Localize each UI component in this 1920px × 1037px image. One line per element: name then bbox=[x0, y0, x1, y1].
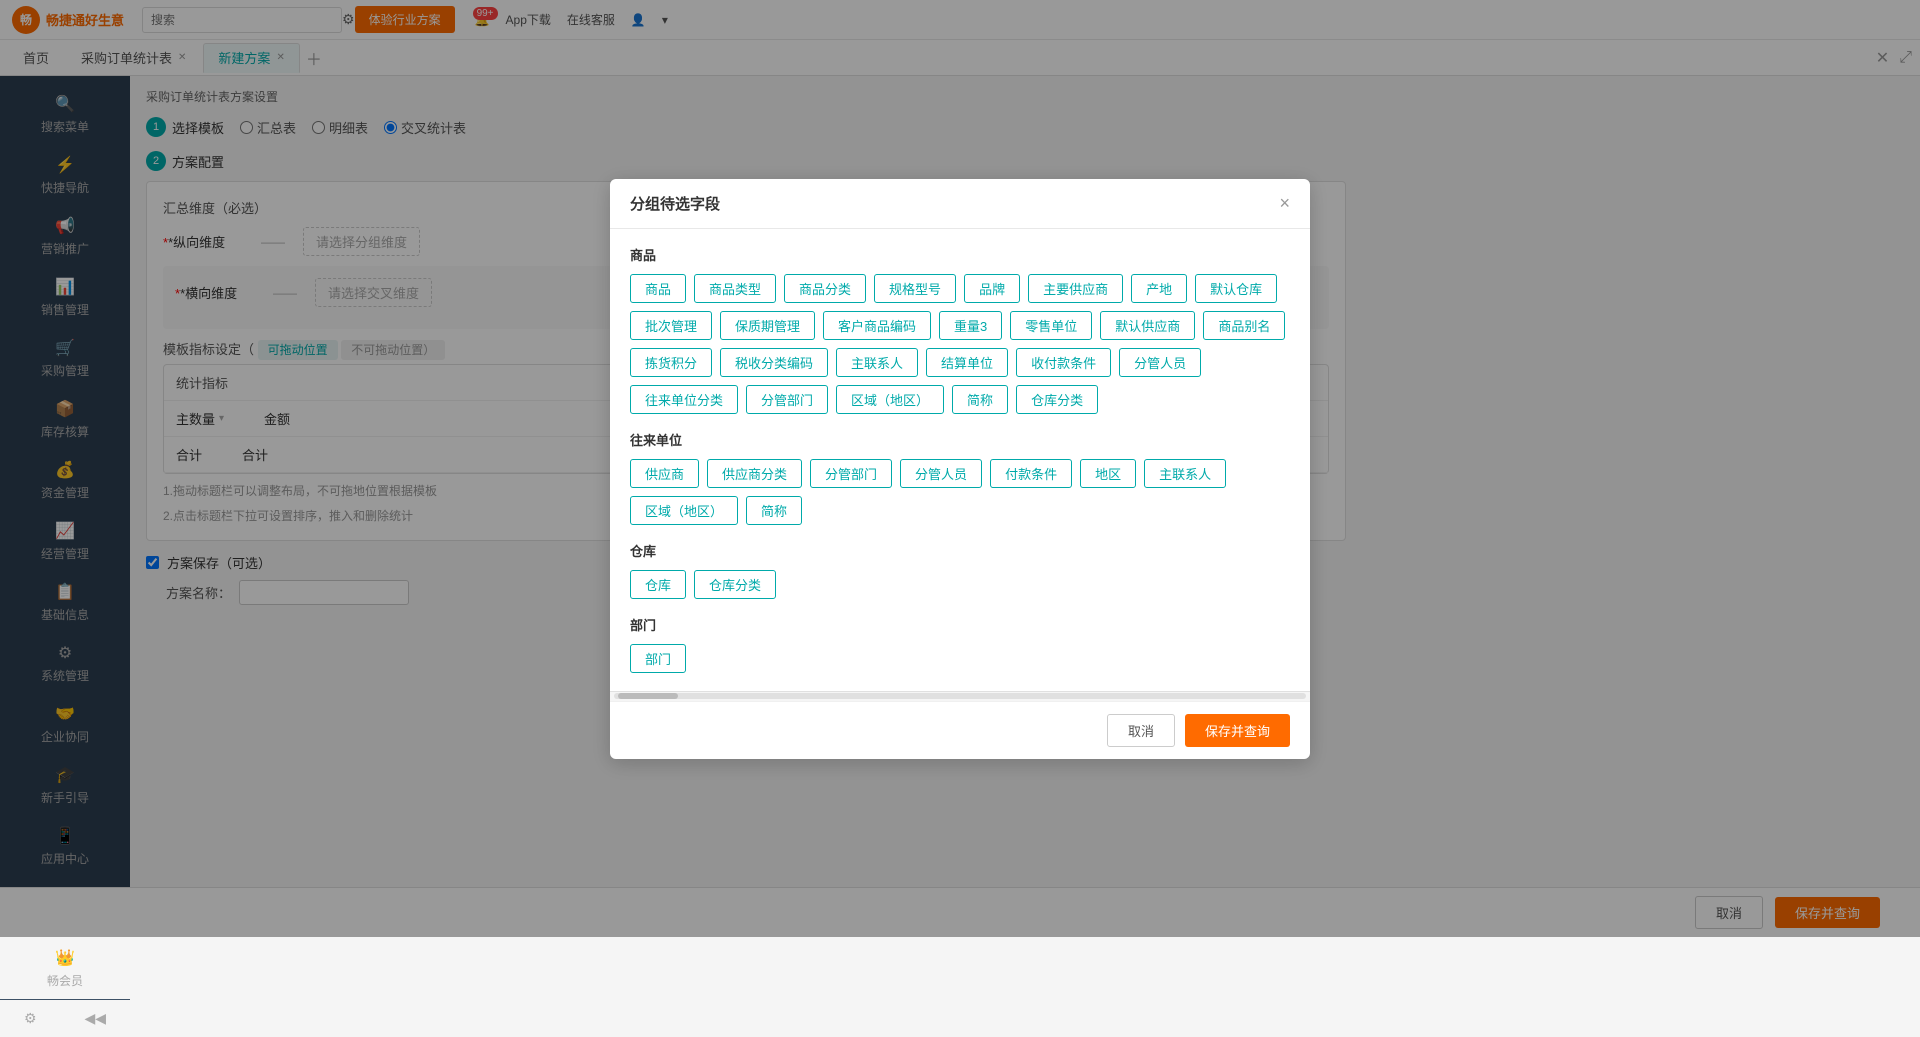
field-tag-tax-code[interactable]: 税收分类编码 bbox=[720, 348, 828, 377]
sidebar-audio-button[interactable]: ◀◀ bbox=[84, 1010, 106, 1027]
dialog-hscroll[interactable] bbox=[610, 691, 1310, 700]
section-counterpart-title: 往来单位 bbox=[630, 430, 1290, 449]
field-tag-batch-mgmt[interactable]: 批次管理 bbox=[630, 311, 712, 340]
field-tag-supervise-dept2[interactable]: 分管部门 bbox=[810, 459, 892, 488]
field-tag-settle-unit[interactable]: 结算单位 bbox=[926, 348, 1008, 377]
field-tag-supervise-person2[interactable]: 分管人员 bbox=[900, 459, 982, 488]
field-tag-supplier[interactable]: 供应商 bbox=[630, 459, 699, 488]
section-department: 部门 部门 bbox=[630, 615, 1290, 673]
field-tag-region2[interactable]: 区域（地区） bbox=[630, 496, 738, 525]
field-tag-retail-unit[interactable]: 零售单位 bbox=[1010, 311, 1092, 340]
hscroll-track bbox=[614, 693, 1306, 699]
hscroll-thumb[interactable] bbox=[618, 693, 678, 699]
field-tag-weight[interactable]: 重量3 bbox=[939, 311, 1002, 340]
section-department-tags: 部门 bbox=[630, 644, 1290, 673]
dialog-cancel-button[interactable]: 取消 bbox=[1107, 714, 1175, 747]
field-tag-brand[interactable]: 品牌 bbox=[964, 274, 1020, 303]
sidebar-item-member[interactable]: 👑 畅会员 bbox=[0, 938, 130, 999]
section-counterpart-tags: 供应商 供应商分类 分管部门 分管人员 付款条件 地区 主联系人 区域（地区） … bbox=[630, 459, 1290, 525]
dialog-overlay: 分组待选字段 × 商品 商品 商品类型 商品分类 规格型号 品牌 主要供应商 产… bbox=[0, 0, 1920, 937]
field-tag-shelf-life[interactable]: 保质期管理 bbox=[720, 311, 815, 340]
dialog-header: 分组待选字段 × bbox=[610, 179, 1310, 229]
sidebar-item-member-label: 畅会员 bbox=[47, 972, 83, 989]
field-tag-area[interactable]: 地区 bbox=[1080, 459, 1136, 488]
section-counterpart: 往来单位 供应商 供应商分类 分管部门 分管人员 付款条件 地区 主联系人 区域… bbox=[630, 430, 1290, 525]
field-tag-alias[interactable]: 商品别名 bbox=[1203, 311, 1285, 340]
section-product: 商品 商品 商品类型 商品分类 规格型号 品牌 主要供应商 产地 默认仓库 批次… bbox=[630, 245, 1290, 414]
field-tag-department[interactable]: 部门 bbox=[630, 644, 686, 673]
field-tag-warehouse-cat[interactable]: 仓库分类 bbox=[694, 570, 776, 599]
field-tag-product-type[interactable]: 商品类型 bbox=[694, 274, 776, 303]
field-tag-main-contact2[interactable]: 主联系人 bbox=[1144, 459, 1226, 488]
field-tag-counterpart-category[interactable]: 往来单位分类 bbox=[630, 385, 738, 414]
field-tag-supervise-dept[interactable]: 分管部门 bbox=[746, 385, 828, 414]
field-tag-supplier-category[interactable]: 供应商分类 bbox=[707, 459, 802, 488]
field-tag-warehouse[interactable]: 仓库 bbox=[630, 570, 686, 599]
member-icon: 👑 bbox=[55, 948, 75, 968]
section-department-title: 部门 bbox=[630, 615, 1290, 634]
field-tag-product[interactable]: 商品 bbox=[630, 274, 686, 303]
field-select-dialog: 分组待选字段 × 商品 商品 商品类型 商品分类 规格型号 品牌 主要供应商 产… bbox=[610, 179, 1310, 759]
field-tag-product-category[interactable]: 商品分类 bbox=[784, 274, 866, 303]
dialog-close-button[interactable]: × bbox=[1279, 193, 1290, 214]
field-tag-short-name2[interactable]: 简称 bbox=[746, 496, 802, 525]
field-tag-spec-model[interactable]: 规格型号 bbox=[874, 274, 956, 303]
field-tag-main-supplier[interactable]: 主要供应商 bbox=[1028, 274, 1123, 303]
dialog-save-button[interactable]: 保存并查询 bbox=[1185, 714, 1290, 747]
field-tag-payment-cond[interactable]: 收付款条件 bbox=[1016, 348, 1111, 377]
field-tag-warehouse-category[interactable]: 仓库分类 bbox=[1016, 385, 1098, 414]
section-warehouse-title: 仓库 bbox=[630, 541, 1290, 560]
field-tag-pick-score[interactable]: 拣货积分 bbox=[630, 348, 712, 377]
field-tag-default-supplier[interactable]: 默认供应商 bbox=[1100, 311, 1195, 340]
section-product-tags: 商品 商品类型 商品分类 规格型号 品牌 主要供应商 产地 默认仓库 批次管理 … bbox=[630, 274, 1290, 414]
field-tag-supervise-person[interactable]: 分管人员 bbox=[1119, 348, 1201, 377]
dialog-footer: 取消 保存并查询 bbox=[610, 701, 1310, 759]
dialog-body[interactable]: 商品 商品 商品类型 商品分类 规格型号 品牌 主要供应商 产地 默认仓库 批次… bbox=[610, 229, 1310, 692]
field-tag-payment-cond2[interactable]: 付款条件 bbox=[990, 459, 1072, 488]
field-tag-default-warehouse[interactable]: 默认仓库 bbox=[1195, 274, 1277, 303]
sidebar-bottom: ⚙ ◀◀ bbox=[0, 999, 130, 1037]
field-tag-origin[interactable]: 产地 bbox=[1131, 274, 1187, 303]
section-product-title: 商品 bbox=[630, 245, 1290, 264]
dialog-title: 分组待选字段 bbox=[630, 193, 720, 214]
section-warehouse-tags: 仓库 仓库分类 bbox=[630, 570, 1290, 599]
field-tag-region[interactable]: 区域（地区） bbox=[836, 385, 944, 414]
field-tag-customer-code[interactable]: 客户商品编码 bbox=[823, 311, 931, 340]
sidebar-settings-button[interactable]: ⚙ bbox=[24, 1010, 37, 1027]
field-tag-main-contact[interactable]: 主联系人 bbox=[836, 348, 918, 377]
field-tag-short-name[interactable]: 简称 bbox=[952, 385, 1008, 414]
section-warehouse: 仓库 仓库 仓库分类 bbox=[630, 541, 1290, 599]
